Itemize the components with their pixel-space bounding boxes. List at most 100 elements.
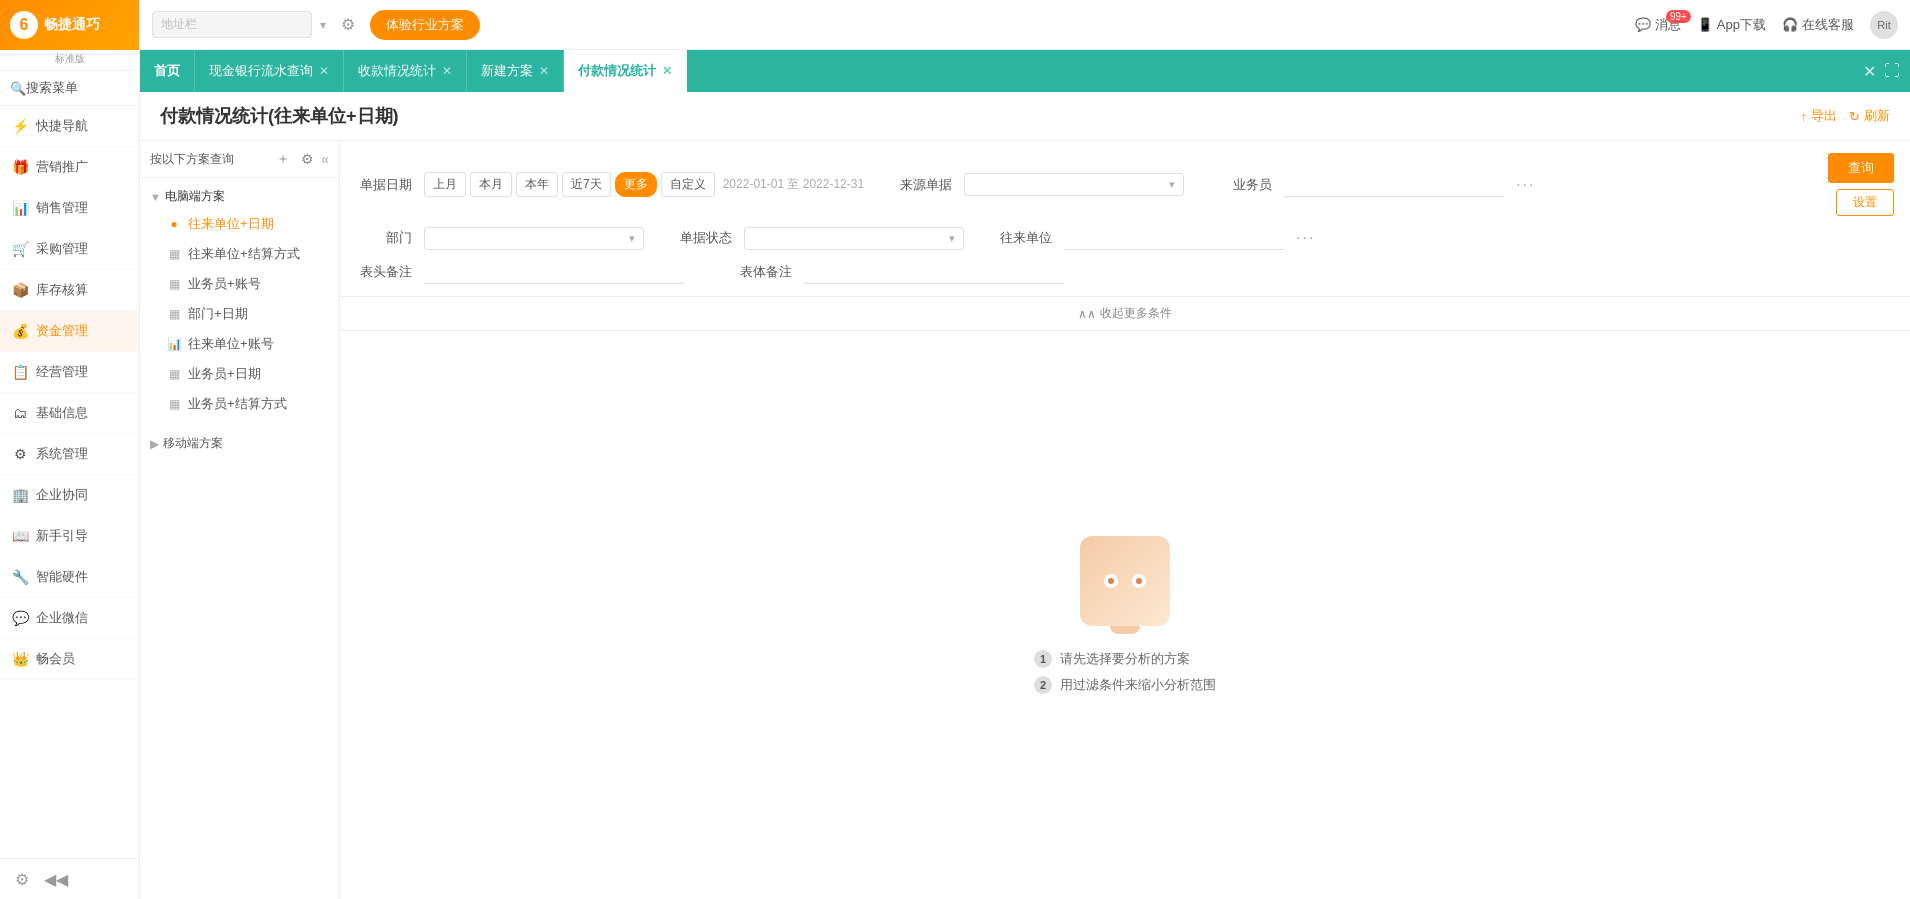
empty-hint-1: 1 请先选择要分析的方案	[1034, 650, 1216, 668]
tab-receivable[interactable]: 收款情况统计 ✕	[344, 50, 467, 92]
date-btn-more[interactable]: 更多	[615, 172, 657, 197]
topbar-gear-icon[interactable]: ⚙	[334, 11, 362, 39]
filter-settings-button[interactable]: 设置	[1836, 189, 1894, 216]
hint-num-1: 1	[1034, 650, 1052, 668]
partner-filter-label: 往来单位	[996, 229, 1052, 247]
message-button[interactable]: 💬 消息 99+	[1635, 16, 1681, 34]
tab-maximize-icon[interactable]: ⛶	[1884, 62, 1900, 80]
header-note-input[interactable]	[424, 260, 684, 284]
hint-num-2: 2	[1034, 676, 1052, 694]
online-service-button[interactable]: 🎧 在线客服	[1782, 16, 1854, 34]
sidebar-item-member[interactable]: 👑 畅会员	[0, 639, 139, 680]
sidebar-item-enterprise[interactable]: 🏢 企业协同	[0, 475, 139, 516]
sidebar-bottom: ⚙ ◀◀	[0, 858, 139, 899]
partner-input[interactable]	[1064, 226, 1284, 250]
scheme-item-partner-date[interactable]: ● 往来单位+日期	[140, 209, 339, 239]
scheme-salesman-date-label: 业务员+日期	[188, 365, 261, 383]
date-btn-last-month[interactable]: 上月	[424, 172, 466, 197]
scheme-table-icon-4: ▦	[166, 367, 182, 381]
tab-receivable-close-icon[interactable]: ✕	[442, 64, 452, 78]
scheme-item-dept-date[interactable]: ▦ 部门+日期	[140, 299, 339, 329]
sidebar-item-nav[interactable]: ⚡ 快捷导航	[0, 106, 139, 147]
sidebar-item-inventory[interactable]: 📦 库存核算	[0, 270, 139, 311]
scheme-table-icon-3: ▦	[166, 307, 182, 321]
topbar-left: 地址栏 ▾ ⚙ 体验行业方案	[152, 10, 1627, 40]
desktop-schemes-title[interactable]: ▼ 电脑端方案	[140, 184, 339, 209]
collapse-more-button[interactable]: ∧∧ 收起更多条件	[340, 297, 1910, 331]
status-select[interactable]: ▾	[744, 227, 964, 250]
tab-close-all-icon[interactable]: ✕	[1863, 62, 1876, 81]
scheme-item-salesman-account[interactable]: ▦ 业务员+账号	[140, 269, 339, 299]
refresh-button[interactable]: ↻ 刷新	[1849, 107, 1890, 125]
source-select[interactable]: ▾	[964, 173, 1184, 196]
tab-bank-close-icon[interactable]: ✕	[319, 64, 329, 78]
user-avatar[interactable]: Rit	[1870, 11, 1898, 39]
scheme-item-partner-account[interactable]: 📊 往来单位+账号	[140, 329, 339, 359]
tab-payment[interactable]: 付款情况统计 ✕	[564, 50, 687, 92]
export-icon: ↑	[1801, 109, 1808, 124]
address-chevron-icon[interactable]: ▾	[320, 18, 326, 32]
app-download-button[interactable]: 📱 App下载	[1697, 16, 1766, 34]
page-header-actions: ↑ 导出 ↻ 刷新	[1801, 107, 1891, 137]
export-button[interactable]: ↑ 导出	[1801, 107, 1838, 125]
scheme-item-salesman-settlement[interactable]: ▦ 业务员+结算方式	[140, 389, 339, 419]
sidebar-basic-label: 基础信息	[36, 404, 88, 422]
scheme-add-icon[interactable]: ＋	[273, 149, 293, 169]
topbar: 地址栏 ▾ ⚙ 体验行业方案 💬 消息 99+ 📱 App下载 🎧 在线客服 R…	[140, 0, 1910, 50]
app-tag: 标准版	[0, 50, 139, 71]
sidebar-item-basic[interactable]: 🗂 基础信息	[0, 393, 139, 434]
scheme-settings-icon[interactable]: ⚙	[297, 149, 317, 169]
tab-payment-close-icon[interactable]: ✕	[662, 64, 672, 78]
scheme-panel-title-text: 按以下方案查询	[150, 151, 234, 168]
dept-select[interactable]: ▾	[424, 227, 644, 250]
robot-illustration	[1080, 536, 1170, 626]
finance-icon: 💰	[10, 321, 30, 341]
sidebar-item-hardware[interactable]: 🔧 智能硬件	[0, 557, 139, 598]
filter-row-1: 单据日期 上月 本月 本年 近7天 更多 自定义 2022-01-01 至 20…	[356, 153, 1894, 216]
sidebar-item-operations[interactable]: 📋 经营管理	[0, 352, 139, 393]
salesman-input[interactable]	[1284, 173, 1504, 197]
sidebar-item-marketing[interactable]: 🎁 营销推广	[0, 147, 139, 188]
scheme-active-circle-icon: ●	[166, 217, 182, 231]
tab-home[interactable]: 首页	[140, 50, 195, 92]
sidebar-item-guide[interactable]: 📖 新手引导	[0, 516, 139, 557]
app-name: 畅捷通巧	[44, 16, 100, 34]
mobile-schemes-title[interactable]: ▶ 移动端方案	[140, 429, 339, 458]
sales-icon: 📊	[10, 198, 30, 218]
page-title: 付款情况统计(往来单位+日期)	[160, 104, 399, 140]
date-btn-custom[interactable]: 自定义	[661, 172, 715, 197]
sidebar-purchase-label: 采购管理	[36, 240, 88, 258]
scheme-panel-title: 按以下方案查询	[150, 151, 234, 168]
scheme-item-salesman-date[interactable]: ▦ 业务员+日期	[140, 359, 339, 389]
date-btn-this-month[interactable]: 本月	[470, 172, 512, 197]
empty-hints: 1 请先选择要分析的方案 2 用过滤条件来缩小分析范围	[1034, 650, 1216, 694]
page-header: 付款情况统计(往来单位+日期) ↑ 导出 ↻ 刷新	[140, 92, 1910, 141]
address-text: 地址栏	[161, 17, 197, 31]
scheme-table-icon-2: ▦	[166, 277, 182, 291]
body-note-input[interactable]	[804, 260, 1064, 284]
date-btn-this-year[interactable]: 本年	[516, 172, 558, 197]
query-button[interactable]: 查询	[1828, 153, 1894, 183]
sidebar-item-wechat[interactable]: 💬 企业微信	[0, 598, 139, 639]
sidebar-operations-label: 经营管理	[36, 363, 88, 381]
tab-new[interactable]: 新建方案 ✕	[467, 50, 564, 92]
trial-button[interactable]: 体验行业方案	[370, 10, 480, 40]
address-bar[interactable]: 地址栏	[152, 11, 312, 38]
sidebar-item-search[interactable]: 🔍 搜索菜单	[0, 71, 139, 106]
sidebar-item-purchase[interactable]: 🛒 采购管理	[0, 229, 139, 270]
tab-bank[interactable]: 现金银行流水查询 ✕	[195, 50, 344, 92]
sidebar-item-system[interactable]: ⚙ 系统管理	[0, 434, 139, 475]
settings-gear-icon[interactable]: ⚙	[10, 867, 34, 891]
status-filter-label: 单据状态	[676, 229, 732, 247]
partner-more-icon[interactable]: ···	[1296, 229, 1315, 247]
sidebar-item-sales[interactable]: 📊 销售管理	[0, 188, 139, 229]
scheme-collapse-icon[interactable]: «	[321, 151, 329, 167]
collapse-sidebar-icon[interactable]: ◀◀	[44, 867, 68, 891]
filter-row-3: 表头备注 表体备注	[356, 260, 1894, 284]
sidebar-item-finance[interactable]: 💰 资金管理	[0, 311, 139, 352]
tab-new-close-icon[interactable]: ✕	[539, 64, 549, 78]
sidebar-search-label: 搜索菜单	[26, 79, 78, 97]
scheme-item-partner-settlement[interactable]: ▦ 往来单位+结算方式	[140, 239, 339, 269]
salesman-more-icon[interactable]: ···	[1516, 176, 1535, 194]
date-btn-7days[interactable]: 近7天	[562, 172, 611, 197]
